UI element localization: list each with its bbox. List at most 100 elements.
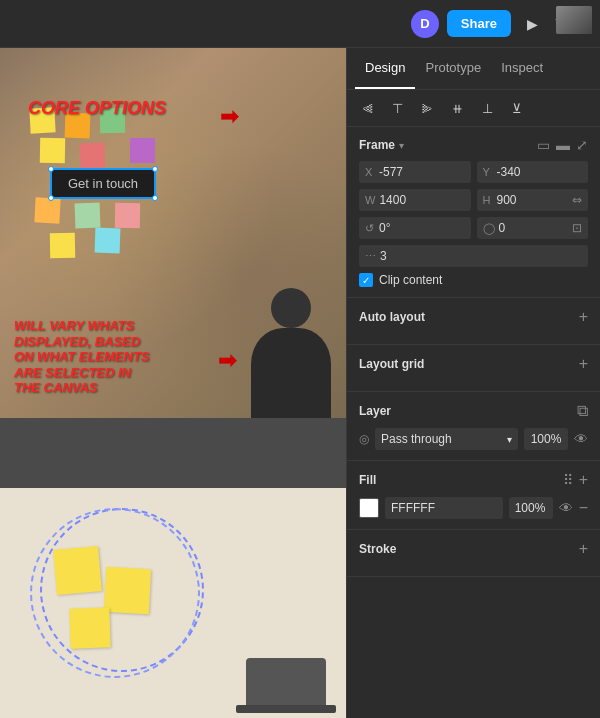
tab-inspect[interactable]: Inspect [491,48,553,89]
stroke-label: Stroke [359,542,396,556]
right-panel: Design Prototype Inspect ⫷ ⊤ ⫸ ⧺ ⊥ ⊻ Fra… [346,48,600,718]
auto-layout-header: Auto layout + [359,308,588,326]
radius-expand-icon[interactable]: ⊡ [572,221,582,235]
align-top-icon[interactable]: ⊥ [475,96,499,120]
fill-label: Fill [359,473,376,487]
resize-handle-tl[interactable] [48,166,54,172]
layer-mode-icon: ◎ [359,432,369,446]
fill-add-icon[interactable]: + [579,471,588,489]
h-value: 900 [497,193,569,207]
xy-row: X -577 Y -340 [359,161,588,183]
constrain-icon[interactable]: ⇔ [572,193,582,207]
layer-opacity-field[interactable]: 100% [524,428,568,450]
layer-mode-value: Pass through [381,432,452,446]
layer-mode-dropdown[interactable]: Pass through ▾ [375,428,518,450]
fill-style-icon[interactable]: ⠿ [563,472,573,488]
layer-opacity-value: 100% [531,432,562,446]
layer-copy-icon[interactable]: ⧉ [577,402,588,420]
h-label: H [483,194,493,206]
annotation-arrow-1: ➡ [220,104,238,130]
layer-mode-chevron: ▾ [507,434,512,445]
share-button[interactable]: Share [447,10,511,37]
stroke-header: Stroke + [359,540,588,558]
top-bar: D Share ▶ 79% ▾ [0,0,600,48]
annotation-core-options: CORE OPTIONS [28,98,166,120]
fill-remove-icon[interactable]: − [579,499,588,517]
y-label: Y [483,166,493,178]
layout-grid-section: Layout grid + [347,345,600,392]
fill-hex-field[interactable]: FFFFFF [385,497,503,519]
corner-dots-icon: ⋯ [365,250,376,263]
y-field[interactable]: Y -340 [477,161,589,183]
clip-label: Clip content [379,273,442,287]
clip-checkbox[interactable]: ✓ [359,273,373,287]
stroke-section: Stroke + [347,530,600,577]
frame-title-row: Frame ▾ [359,138,404,152]
panel-toolbar: ⫷ ⊤ ⫸ ⧺ ⊥ ⊻ [347,90,600,127]
rotation-field[interactable]: ↺ 0° [359,217,471,239]
w-label: W [365,194,375,206]
layer-visibility-icon[interactable]: 👁 [574,431,588,447]
w-field[interactable]: W 1400 [359,189,471,211]
resize-handle-bl[interactable] [48,195,54,201]
layer-header: Layer ⧉ [359,402,588,420]
rotation-value: 0° [379,221,465,235]
align-right-icon[interactable]: ⫸ [415,96,439,120]
fill-controls-row: FFFFFF 100% 👁 − [359,497,588,519]
fill-header: Fill ⠿ + [359,471,588,489]
layout-grid-add-icon[interactable]: + [579,355,588,373]
canvas-element-frame: Get in touch [50,168,156,199]
fill-header-icons: ⠿ + [563,471,588,489]
layer-label: Layer [359,404,391,418]
wh-row: W 1400 H 900 ⇔ [359,189,588,211]
auto-layout-section: Auto layout + [347,298,600,345]
radius-field[interactable]: ◯ 0 ⊡ [477,217,589,239]
panel-content: Frame ▾ ▭ ▬ ⤢ X -577 Y [347,127,600,718]
radius-value: 0 [499,221,569,235]
rotation-icon: ↺ [365,222,375,235]
frame-chevron-icon[interactable]: ▾ [399,140,404,151]
x-value: -577 [379,165,465,179]
tab-prototype[interactable]: Prototype [415,48,491,89]
fill-section: Fill ⠿ + FFFFFF 100% 👁 − [347,461,600,530]
h-field[interactable]: H 900 ⇔ [477,189,589,211]
frame-header: Frame ▾ ▭ ▬ ⤢ [359,137,588,153]
thumbnail-preview [556,6,592,34]
layer-controls-row: ◎ Pass through ▾ 100% 👁 [359,428,588,450]
y-value: -340 [497,165,583,179]
w-value: 1400 [379,193,464,207]
frame-label: Frame [359,138,395,152]
layout-grid-header: Layout grid + [359,355,588,373]
annotation-arrow-2: ➡ [218,348,236,374]
panel-tabs: Design Prototype Inspect [347,48,600,90]
postit-area [0,488,346,718]
align-bottom-icon[interactable]: ⊻ [505,96,529,120]
stroke-add-icon[interactable]: + [579,540,588,558]
fill-color-swatch[interactable] [359,498,379,518]
auto-layout-label: Auto layout [359,310,425,324]
x-label: X [365,166,375,178]
corner-row: ⋯ 3 [359,245,588,267]
annotation-will-vary: WILL VARY WHATSDISPLAYED, BASEDON WHAT E… [14,318,150,396]
frame-icons: ▭ ▬ ⤢ [537,137,588,153]
rotation-radius-row: ↺ 0° ◯ 0 ⊡ [359,217,588,239]
frame-mobile-icon[interactable]: ▭ [537,137,550,153]
play-button[interactable]: ▶ [519,10,547,38]
frame-desktop-icon[interactable]: ▬ [556,137,570,153]
avatar: D [411,10,439,38]
align-center-h-icon[interactable]: ⊤ [385,96,409,120]
fill-opacity-field[interactable]: 100% [509,497,553,519]
auto-layout-add-icon[interactable]: + [579,308,588,326]
fill-visibility-icon[interactable]: 👁 [559,500,573,516]
align-left-icon[interactable]: ⫷ [355,96,379,120]
frame-section: Frame ▾ ▭ ▬ ⤢ X -577 Y [347,127,600,298]
align-middle-icon[interactable]: ⧺ [445,96,469,120]
corner-count-value: 3 [380,249,582,263]
tab-design[interactable]: Design [355,48,415,89]
x-field[interactable]: X -577 [359,161,471,183]
main-layout: Get in touch CORE OPTIONS ➡ WILL VARY WH… [0,48,600,718]
canvas-area[interactable]: Get in touch CORE OPTIONS ➡ WILL VARY WH… [0,48,346,718]
corner-count-field[interactable]: ⋯ 3 [359,245,588,267]
get-in-touch-button[interactable]: Get in touch [52,170,154,197]
frame-expand-icon[interactable]: ⤢ [576,137,588,153]
